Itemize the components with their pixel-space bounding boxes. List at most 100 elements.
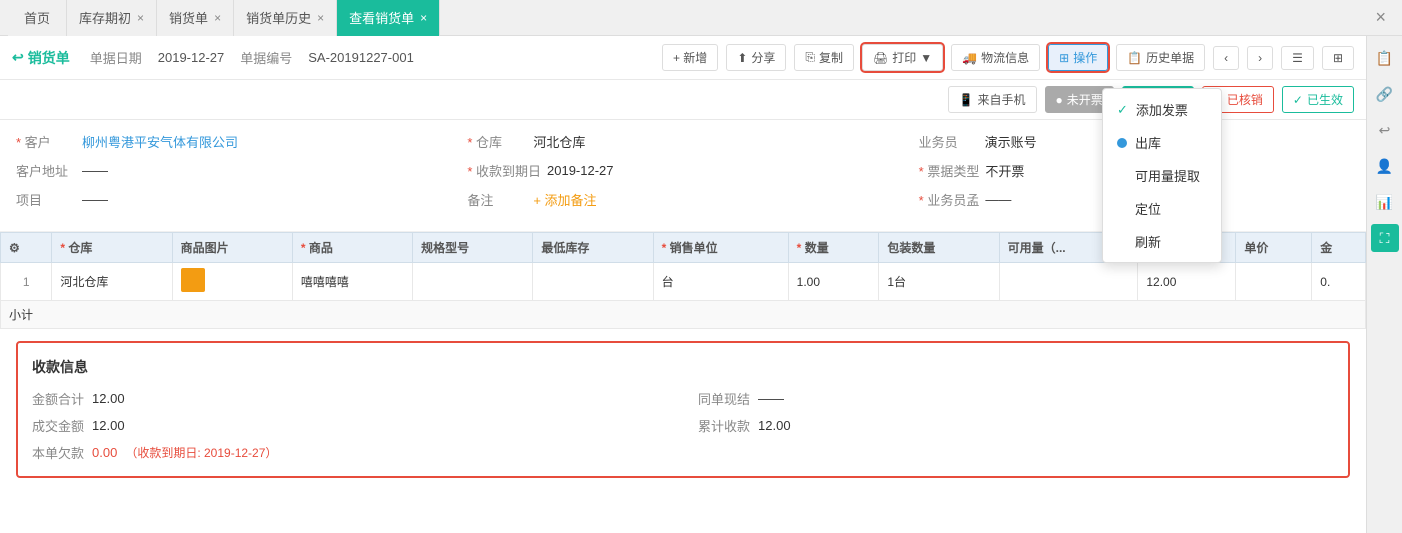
transaction-row: 成交金额 12.00 [32,416,668,435]
note-label: 备注 [467,190,527,209]
col-price: 单价 [1236,233,1312,263]
doc-num-value: SA-20191227-001 [308,50,414,65]
sidebar-expand-icon[interactable]: ⛶ [1371,224,1399,252]
sidebar-doc-icon[interactable]: 📋 [1371,44,1399,72]
col-image: 商品图片 [172,233,292,263]
doc-type-title: ↩ 销货单 [12,48,70,68]
sidebar-link-icon[interactable]: 🔗 [1371,80,1399,108]
effective-icon: ✓ [1293,93,1303,107]
staff-label: 业务员 [919,132,979,151]
tab-close-inventory[interactable]: × [137,11,144,25]
salesman-value: —— [985,192,1011,207]
total-row: 金额合计 12.00 [32,389,668,408]
next-button[interactable]: › [1247,46,1273,70]
payment-date-field: 收款到期日 2019-12-27 [467,161,898,180]
effective-button[interactable]: ✓ 已生效 [1282,86,1354,113]
col-product: 商品 [292,233,412,263]
tab-sales[interactable]: 销货单 × [157,0,234,36]
transaction-value: 12.00 [92,418,125,433]
tab-close-view-sales[interactable]: × [420,11,427,25]
window-close-button[interactable]: × [1367,7,1394,28]
tab-close-sales[interactable]: × [214,11,221,25]
tab-sales-history[interactable]: 销货单历史 × [234,0,337,36]
doc-header: ↩ 销货单 单据日期 2019-12-27 单据编号 SA-20191227-0… [0,36,1366,80]
payment-date-value: 2019-12-27 [547,163,614,178]
total-label: 金额合计 [32,389,84,408]
view-toggle-grid[interactable]: ⊞ [1322,46,1354,70]
tab-close-sales-history[interactable]: × [317,11,324,25]
col-unit: 销售单位 [653,233,788,263]
row-stock: 12.00 [1138,263,1236,301]
dropdown-menu: ✓ 添加发票 出库 可用量提取 定位 刷新 [1102,88,1222,263]
print-button[interactable]: 🖨 打印 ▼ [862,44,943,71]
dropdown-refresh[interactable]: 刷新 [1103,225,1221,258]
view-toggle-list[interactable]: ☰ [1281,46,1314,70]
ops-button[interactable]: ⊞ 操作 [1048,44,1108,71]
print-dropdown-arrow: ▼ [920,51,932,65]
share-button[interactable]: ⬆ 分享 [726,44,786,71]
col-warehouse: 仓库 [52,233,172,263]
same-order-row: 同单现结 —— [698,389,1334,408]
invoice-label: 票据类型 [919,161,980,180]
invoice-value: 不开票 [985,161,1024,180]
prev-button[interactable]: ‹ [1213,46,1239,70]
cumulative-value: 12.00 [758,418,791,433]
logistics-button[interactable]: 🚚 物流信息 [951,44,1040,71]
phone-status-button[interactable]: 📱 来自手机 [948,86,1037,113]
col-pack-qty: 包装数量 [879,233,999,263]
new-button[interactable]: + 新增 [662,44,718,71]
row-product: 嘻嘻嘻嘻 [292,263,412,301]
doc-actions: + 新增 ⬆ 分享 ⎘ 复制 🖨 打印 ▼ 🚚 [662,44,1354,71]
tab-bar: 首页 库存期初 × 销货单 × 销货单历史 × 查看销货单 × × [0,0,1402,36]
project-label: 项目 [16,190,76,209]
table-row: 1 河北仓库 嘻嘻嘻嘻 台 1.00 1台 12 [1,263,1366,301]
dropdown-available-qty[interactable]: 可用量提取 [1103,159,1221,192]
subtotal-row: 小计 [1,301,1366,329]
summary-grid: 金额合计 12.00 同单现结 —— 成交金额 12.00 累计收款 12.00 [32,389,1334,462]
row-image [172,263,292,301]
add-note-button[interactable]: + 添加备注 [533,190,596,209]
col-spec: 规格型号 [413,233,533,263]
doc-num-label: 单据编号 [240,48,292,67]
note-field: 备注 + 添加备注 [467,190,898,209]
print-icon: 🖨 [873,51,888,65]
customer-value[interactable]: 柳州粤港平安气体有限公司 [82,132,238,151]
col-min-stock: 最低库存 [533,233,653,263]
doc-date-value: 2019-12-27 [158,50,225,65]
tab-home[interactable]: 首页 [8,0,67,36]
copy-icon: ⎘ [805,50,815,65]
summary-section: 收款信息 金额合计 12.00 同单现结 —— 成交金额 12.00 [16,341,1350,478]
subtotal-cell: 小计 [1,301,1366,329]
due-note: （收款到期日: 2019-12-27） [125,444,277,461]
share-icon: ⬆ [737,51,747,65]
row-min-stock [533,263,653,301]
row-num: 1 [1,263,52,301]
ops-icon: ⊞ [1059,51,1069,65]
salesman-label: 业务员孟 [919,190,980,209]
history-icon: 📋 [1127,51,1142,65]
address-label: 客户地址 [16,161,76,180]
sidebar-return-icon[interactable]: ↩ [1371,116,1399,144]
tab-view-sales[interactable]: 查看销货单 × [337,0,440,36]
row-warehouse: 河北仓库 [52,263,172,301]
customer-label: 客户 [16,132,76,151]
dropdown-outbound[interactable]: 出库 [1103,126,1221,159]
sidebar-user-icon[interactable]: 👤 [1371,152,1399,180]
copy-button[interactable]: ⎘ 复制 [794,44,854,71]
tab-inventory[interactable]: 库存期初 × [67,0,157,36]
dropdown-add-invoice[interactable]: ✓ 添加发票 [1103,93,1221,126]
sidebar-chart-icon[interactable]: 📊 [1371,188,1399,216]
dropdown-locate[interactable]: 定位 [1103,192,1221,225]
doc-type-icon: ↩ [12,49,24,66]
summary-title: 收款信息 [32,357,1334,377]
blue-dot-icon [1117,138,1127,148]
not-open-icon: ● [1056,93,1063,107]
warehouse-label: 仓库 [467,132,527,151]
history-button[interactable]: 📋 历史单据 [1116,44,1205,71]
doc-meta: 单据日期 2019-12-27 单据编号 SA-20191227-001 [90,48,414,67]
cumulative-row: 累计收款 12.00 [698,416,1334,435]
row-pack-qty: 1台 [879,263,999,301]
due-label: 本单欠款 [32,443,84,462]
phone-icon: 📱 [959,93,974,107]
col-gear[interactable]: ⚙ [1,233,52,263]
